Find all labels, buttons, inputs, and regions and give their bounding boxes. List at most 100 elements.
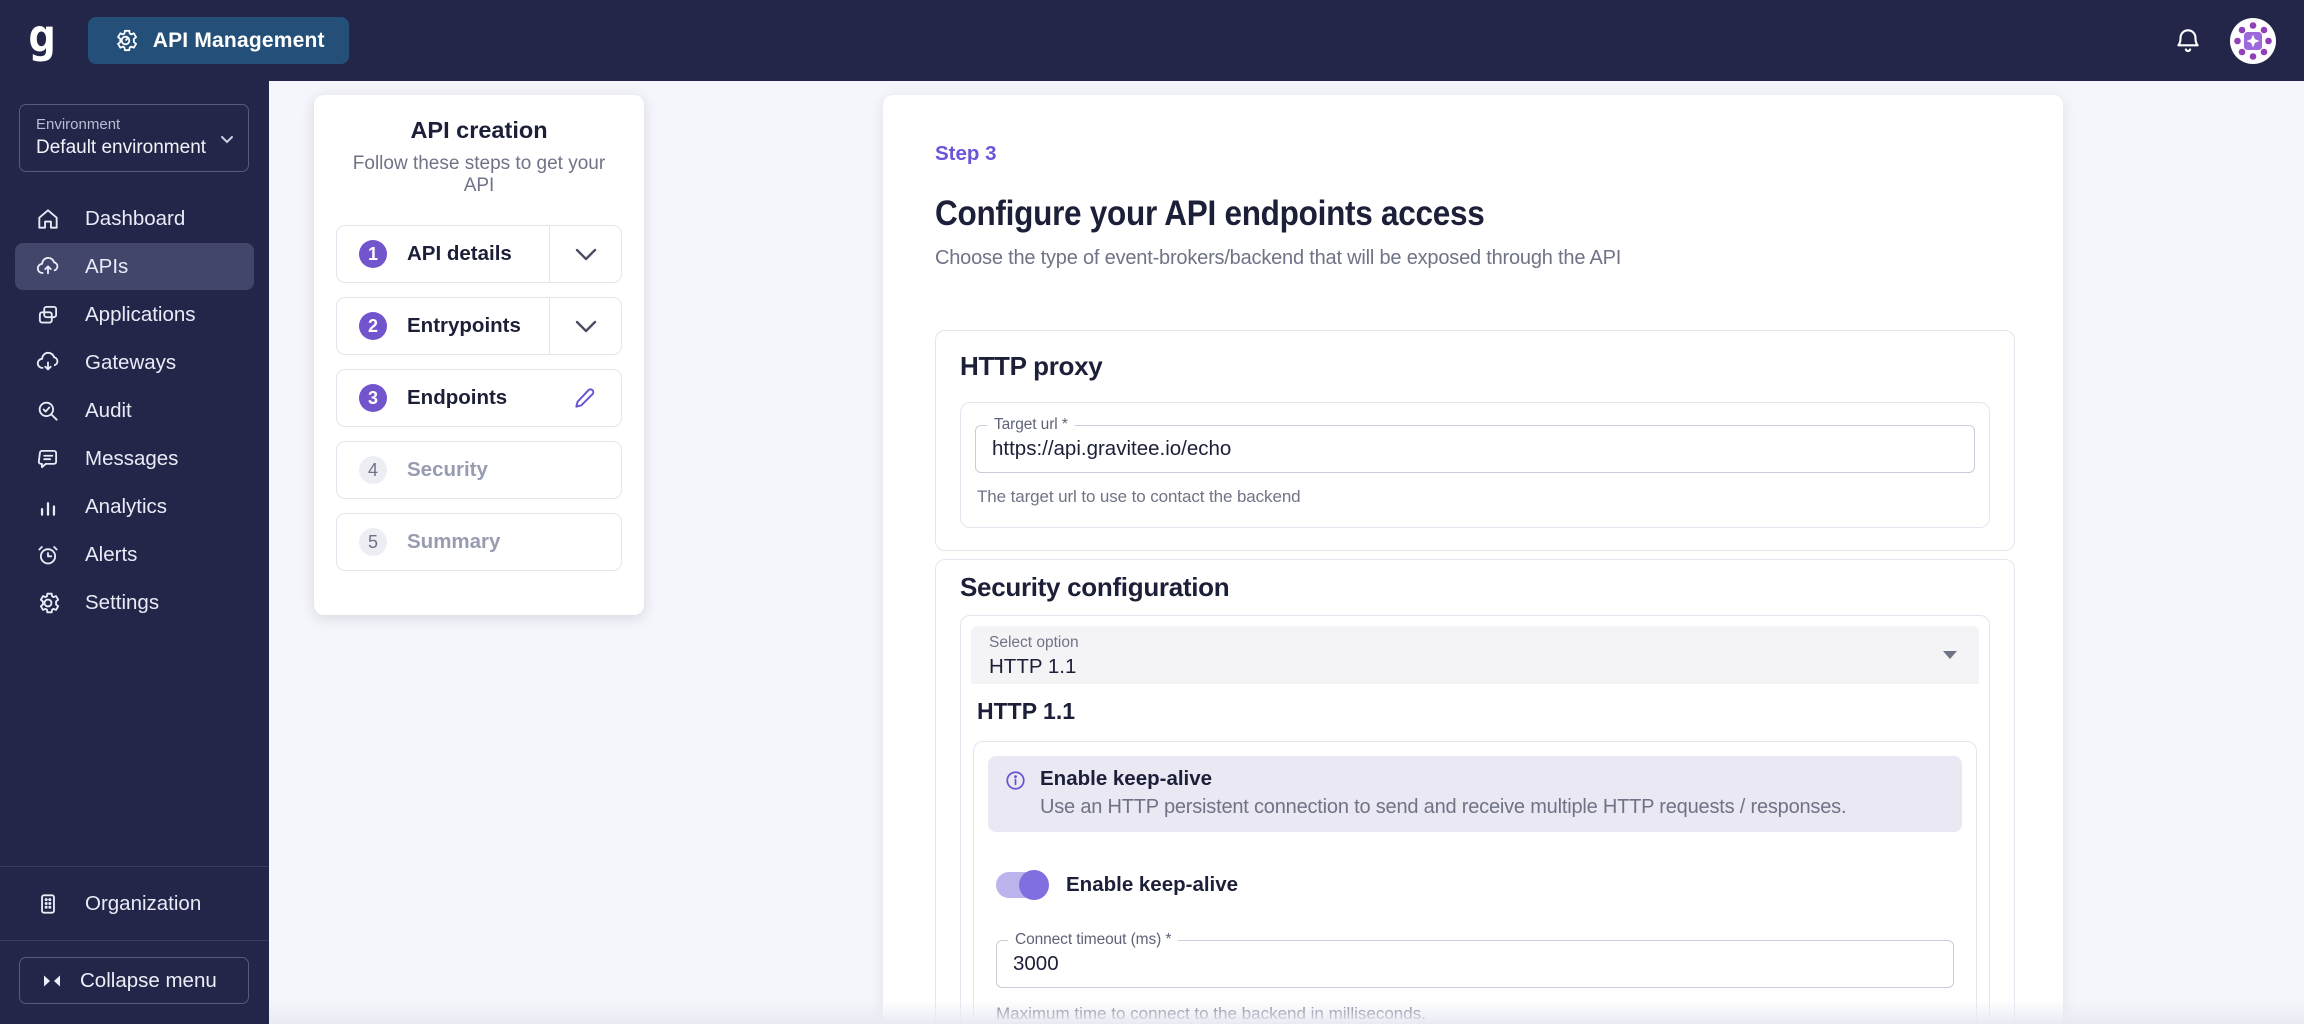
api-creation-stepper: API creation Follow these steps to get y… <box>314 95 644 615</box>
sidebar-item-audit[interactable]: Audit <box>15 387 254 434</box>
sidebar-item-alerts[interactable]: Alerts <box>15 531 254 578</box>
info-icon <box>1006 771 1025 790</box>
step-expand-button[interactable] <box>549 298 621 354</box>
sidebar-item-organization[interactable]: Organization <box>15 880 254 927</box>
sidebar-item-dashboard[interactable]: Dashboard <box>15 195 254 242</box>
step-number-badge: 3 <box>359 384 387 412</box>
keep-alive-toggle-label: Enable keep-alive <box>1066 873 1239 896</box>
step-edit-button[interactable] <box>549 370 621 426</box>
topbar: g API Management <box>0 0 2304 81</box>
banner-title: Enable keep-alive <box>1040 767 1213 790</box>
avatar <box>2230 17 2276 64</box>
sidebar-item-label: Applications <box>85 302 196 326</box>
select-value: HTTP 1.1 <box>989 655 1077 678</box>
step-label: Summary <box>407 530 501 553</box>
security-configuration-heading: Security configuration <box>960 572 1230 602</box>
gear-icon <box>39 592 60 613</box>
sidebar-item-label: Analytics <box>85 494 168 518</box>
alarm-icon <box>38 545 58 564</box>
step-indicator: Step 3 <box>935 142 997 165</box>
step-row-summary: 5 Summary <box>336 513 622 571</box>
connect-timeout-label: Connect timeout (ms) * <box>1008 931 1179 949</box>
stepper-subtitle: Follow these steps to get your API <box>352 153 606 196</box>
product-label: API Management <box>152 28 325 52</box>
step-number-badge: 5 <box>359 528 387 556</box>
search-check-icon <box>38 401 58 421</box>
sidebar-item-gateways[interactable]: Gateways <box>15 339 254 386</box>
collapse-icon <box>44 975 60 986</box>
gravitee-logo[interactable]: g <box>28 13 56 59</box>
windows-icon <box>38 305 58 324</box>
sidebar-item-settings[interactable]: Settings <box>15 579 254 626</box>
sidebar-item-label: Dashboard <box>85 206 186 230</box>
bell-icon <box>2177 28 2199 52</box>
chevron-down-icon <box>575 320 596 332</box>
environment-value: Default environment <box>36 137 207 158</box>
sidebar-item-analytics[interactable]: Analytics <box>15 483 254 530</box>
step-row-endpoints: 3 Endpoints <box>336 369 622 427</box>
user-avatar[interactable] <box>2230 17 2276 64</box>
step-label: Entrypoints <box>407 314 521 337</box>
sidebar-item-label: Organization <box>85 891 202 915</box>
stepper-title: API creation <box>410 117 548 143</box>
step-label: Endpoints <box>407 386 508 409</box>
keep-alive-toggle[interactable] <box>996 870 1049 900</box>
sidebar-item-label: Alerts <box>85 542 138 566</box>
http-proxy-heading: HTTP proxy <box>960 351 1103 381</box>
sidebar-item-label: Messages <box>85 446 179 470</box>
step-label: API details <box>407 242 512 265</box>
select-label: Select option <box>989 634 1079 651</box>
http-version-heading: HTTP 1.1 <box>977 698 1075 724</box>
step-number-badge: 4 <box>359 456 387 484</box>
sidebar: Environment Default environment Dashboar… <box>0 81 269 1024</box>
sidebar-item-label: Gateways <box>85 350 177 374</box>
step-row-entrypoints: 2 Entrypoints <box>336 297 622 355</box>
sidebar-divider <box>0 866 269 867</box>
endpoints-step-panel: Step 3 Configure your API endpoints acce… <box>883 95 2063 1024</box>
http-proxy-section: HTTP proxy Target url * The target url t… <box>935 330 2015 551</box>
page-title: Configure your API endpoints access <box>935 194 1485 233</box>
bar-chart-icon <box>40 501 56 516</box>
keep-alive-group: Enable keep-alive Use an HTTP persistent… <box>973 741 1977 1024</box>
connect-timeout-hint: Maximum time to connect to the backend i… <box>996 1004 1426 1023</box>
target-url-input[interactable] <box>975 425 1975 473</box>
home-icon <box>38 208 58 229</box>
sidebar-item-messages[interactable]: Messages <box>15 435 254 482</box>
notifications-button[interactable] <box>2172 25 2204 57</box>
building-icon <box>41 893 55 914</box>
step-expand-button[interactable] <box>549 226 621 282</box>
step-label: Security <box>407 458 488 481</box>
sidebar-item-label: Settings <box>85 590 160 614</box>
http-version-select[interactable]: Select option HTTP 1.1 <box>971 626 1979 684</box>
sidebar-divider <box>0 940 269 941</box>
api-management-button[interactable]: API Management <box>87 17 349 64</box>
sidebar-item-label: APIs <box>85 254 129 278</box>
cloud-upload-icon <box>36 256 59 274</box>
cloud-download-icon <box>36 351 59 370</box>
pencil-icon <box>575 388 595 408</box>
gear-icon <box>116 29 137 52</box>
step-number-badge: 2 <box>359 312 387 340</box>
dropdown-arrow-icon <box>1943 651 1957 659</box>
step-number-badge: 1 <box>359 240 387 268</box>
sidebar-item-label: Audit <box>85 398 132 422</box>
keep-alive-info-banner: Enable keep-alive Use an HTTP persistent… <box>988 756 1962 832</box>
collapse-menu-label: Collapse menu <box>80 968 217 992</box>
step-row-api-details: 1 API details <box>336 225 622 283</box>
page-subtitle: Choose the type of event-brokers/backend… <box>935 247 1622 269</box>
content-area: API creation Follow these steps to get y… <box>269 81 2304 1024</box>
target-url-field-group: Target url * The target url to use to co… <box>960 402 1990 528</box>
http-version-group: Select option HTTP 1.1 HTTP 1.1 Enable k… <box>960 615 1990 1024</box>
security-configuration-section: Security configuration Select option HTT… <box>935 559 2015 1024</box>
target-url-hint: The target url to use to contact the bac… <box>977 487 1301 506</box>
environment-label: Environment <box>36 116 121 133</box>
chevron-down-icon <box>221 136 233 144</box>
collapse-menu-button[interactable]: Collapse menu <box>19 957 249 1004</box>
sidebar-item-applications[interactable]: Applications <box>15 291 254 338</box>
target-url-label: Target url * <box>987 416 1075 434</box>
environment-select[interactable]: Environment Default environment <box>19 104 249 172</box>
sidebar-item-apis[interactable]: APIs <box>15 243 254 290</box>
step-row-security: 4 Security <box>336 441 622 499</box>
banner-description: Use an HTTP persistent connection to sen… <box>1040 796 1847 818</box>
chat-icon <box>37 449 58 468</box>
